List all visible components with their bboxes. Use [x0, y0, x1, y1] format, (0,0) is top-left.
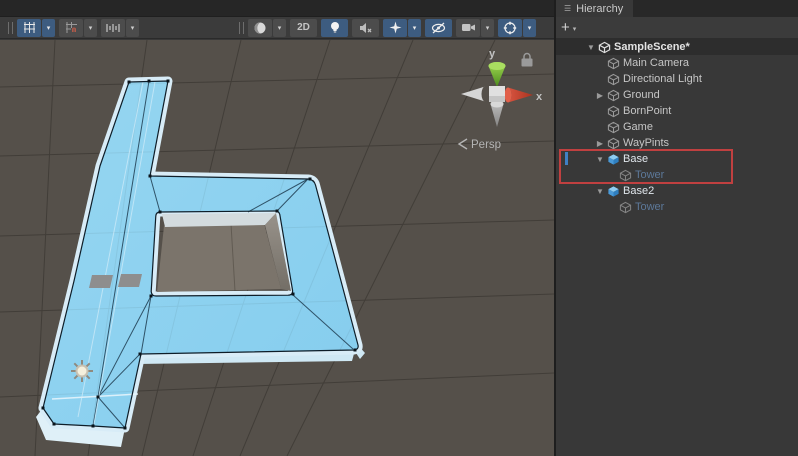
- gizmo-sphere-icon: [503, 21, 517, 34]
- hierarchy-item-base-tower[interactable]: Tower: [556, 167, 798, 183]
- ruler-icon: [106, 23, 120, 32]
- camera-settings-dropdown[interactable]: ▾: [481, 18, 494, 37]
- effects-dropdown[interactable]: ▾: [408, 18, 421, 37]
- gameobject-cube-icon: [606, 72, 620, 86]
- lighting-toggle-button[interactable]: [321, 18, 348, 37]
- hierarchy-item-waypints[interactable]: ▶ WayPints: [556, 135, 798, 151]
- light-bulb-icon: [330, 22, 339, 33]
- gameobject-cube-icon: [618, 200, 632, 214]
- snap-increment-button[interactable]: [101, 18, 125, 37]
- scene-name: SampleScene*: [614, 41, 690, 53]
- sun-light-gizmo[interactable]: [71, 360, 93, 382]
- axis-y-label: y: [489, 48, 496, 60]
- draw-mode-button[interactable]: [248, 18, 272, 37]
- gameobject-cube-icon: [606, 56, 620, 70]
- persp-chevron-icon: [457, 138, 468, 150]
- hierarchy-item-bornpoint[interactable]: BornPoint: [556, 103, 798, 119]
- create-object-button[interactable]: +: [561, 20, 570, 35]
- grid-snap-button[interactable]: [59, 18, 83, 37]
- gizmos-toggle-button[interactable]: [498, 18, 522, 37]
- hierarchy-item-game[interactable]: Game: [556, 119, 798, 135]
- foldout-expanded-icon[interactable]: ▼: [594, 187, 606, 196]
- foldout-collapsed-icon[interactable]: ▶: [594, 91, 606, 100]
- scene-viewport[interactable]: y x Persp: [0, 40, 554, 456]
- eye-slash-icon: [431, 22, 446, 33]
- lock-icon[interactable]: [521, 52, 533, 67]
- hole-interior: [157, 213, 291, 292]
- hierarchy-scene-row[interactable]: ▼ SampleScene*: [556, 39, 798, 55]
- hierarchy-tab-bar: ☰ Hierarchy: [556, 0, 798, 17]
- gameobject-cube-icon: [606, 136, 620, 150]
- sparkle-icon: [389, 21, 401, 34]
- grid-snap-icon: [65, 22, 77, 33]
- gameobject-cube-icon: [606, 104, 620, 118]
- scene-toolbar: ▾ ▾ ▾ ▾ 2D ▾ ▾ ▾: [0, 17, 554, 39]
- grid-visibility-button[interactable]: [17, 18, 41, 37]
- draw-mode-dropdown[interactable]: ▾: [273, 18, 286, 37]
- grid-visibility-dropdown[interactable]: ▾: [42, 18, 55, 37]
- unity-editor-window: ▾ ▾ ▾ ▾ 2D ▾ ▾ ▾ y x Persp ☰ Hierarchy +…: [0, 0, 798, 456]
- hierarchy-panel: ☰ Hierarchy + ▾ ▼ SampleScene* Main Came…: [556, 0, 798, 456]
- gameobject-cube-icon: [606, 120, 620, 134]
- shaded-sphere-icon: [254, 22, 266, 33]
- axis-neg-x-cone[interactable]: [461, 86, 485, 102]
- gameobject-cube-icon: [606, 88, 620, 102]
- hierarchy-item-main-camera[interactable]: Main Camera: [556, 55, 798, 71]
- hierarchy-item-ground[interactable]: ▶ Ground: [556, 87, 798, 103]
- gizmos-dropdown[interactable]: ▾: [523, 18, 536, 37]
- create-object-dropdown-icon[interactable]: ▾: [573, 25, 577, 33]
- hierarchy-tab-label: Hierarchy: [576, 2, 624, 15]
- foldout-collapsed-icon[interactable]: ▶: [594, 139, 606, 148]
- hierarchy-toolbar: + ▾: [556, 17, 798, 39]
- selection-indicator-bar: [565, 152, 568, 165]
- snap-increment-dropdown[interactable]: ▾: [126, 18, 139, 37]
- hierarchy-item-directional-light[interactable]: Directional Light: [556, 71, 798, 87]
- hierarchy-tree: Main Camera Directional Light ▶ Ground B…: [556, 55, 798, 215]
- toolbar-drag-handle-2[interactable]: [239, 21, 244, 34]
- audio-mute-button[interactable]: [352, 18, 379, 37]
- grid-icon: [23, 22, 35, 33]
- tab-hierarchy[interactable]: ☰ Hierarchy: [556, 0, 634, 17]
- hierarchy-tab-icon: ☰: [564, 3, 572, 13]
- scene-orientation-gizmo: y x Persp: [457, 48, 543, 151]
- toolbar-drag-handle[interactable]: [8, 21, 13, 34]
- axis-x-cone[interactable]: [508, 87, 533, 103]
- foldout-expanded-icon[interactable]: ▼: [594, 155, 606, 164]
- scene-tab-strip: [0, 0, 554, 17]
- gameobject-cube-icon: [618, 168, 632, 182]
- unity-scene-icon: [597, 40, 611, 54]
- hierarchy-item-base2[interactable]: ▼ Base2: [556, 183, 798, 199]
- scene-foldout-icon[interactable]: ▼: [585, 43, 597, 52]
- prefab-cube-icon: [606, 184, 620, 198]
- 2d-toggle-button[interactable]: 2D: [290, 18, 317, 37]
- axis-x-label: x: [536, 91, 543, 103]
- persp-label[interactable]: Persp: [471, 139, 501, 151]
- grid-snap-dropdown[interactable]: ▾: [84, 18, 97, 37]
- speaker-muted-icon: [359, 22, 371, 33]
- prefab-cube-icon: [606, 152, 620, 166]
- camera-settings-button[interactable]: [456, 18, 480, 37]
- scene-view-pane: ▾ ▾ ▾ ▾ 2D ▾ ▾ ▾ y x Persp: [0, 0, 554, 456]
- scene-visibility-button[interactable]: [425, 18, 452, 37]
- effects-toggle-button[interactable]: [383, 18, 407, 37]
- hierarchy-item-base2-tower[interactable]: Tower: [556, 199, 798, 215]
- hierarchy-item-base[interactable]: ▼ Base: [556, 151, 798, 167]
- camera-icon: [461, 24, 475, 31]
